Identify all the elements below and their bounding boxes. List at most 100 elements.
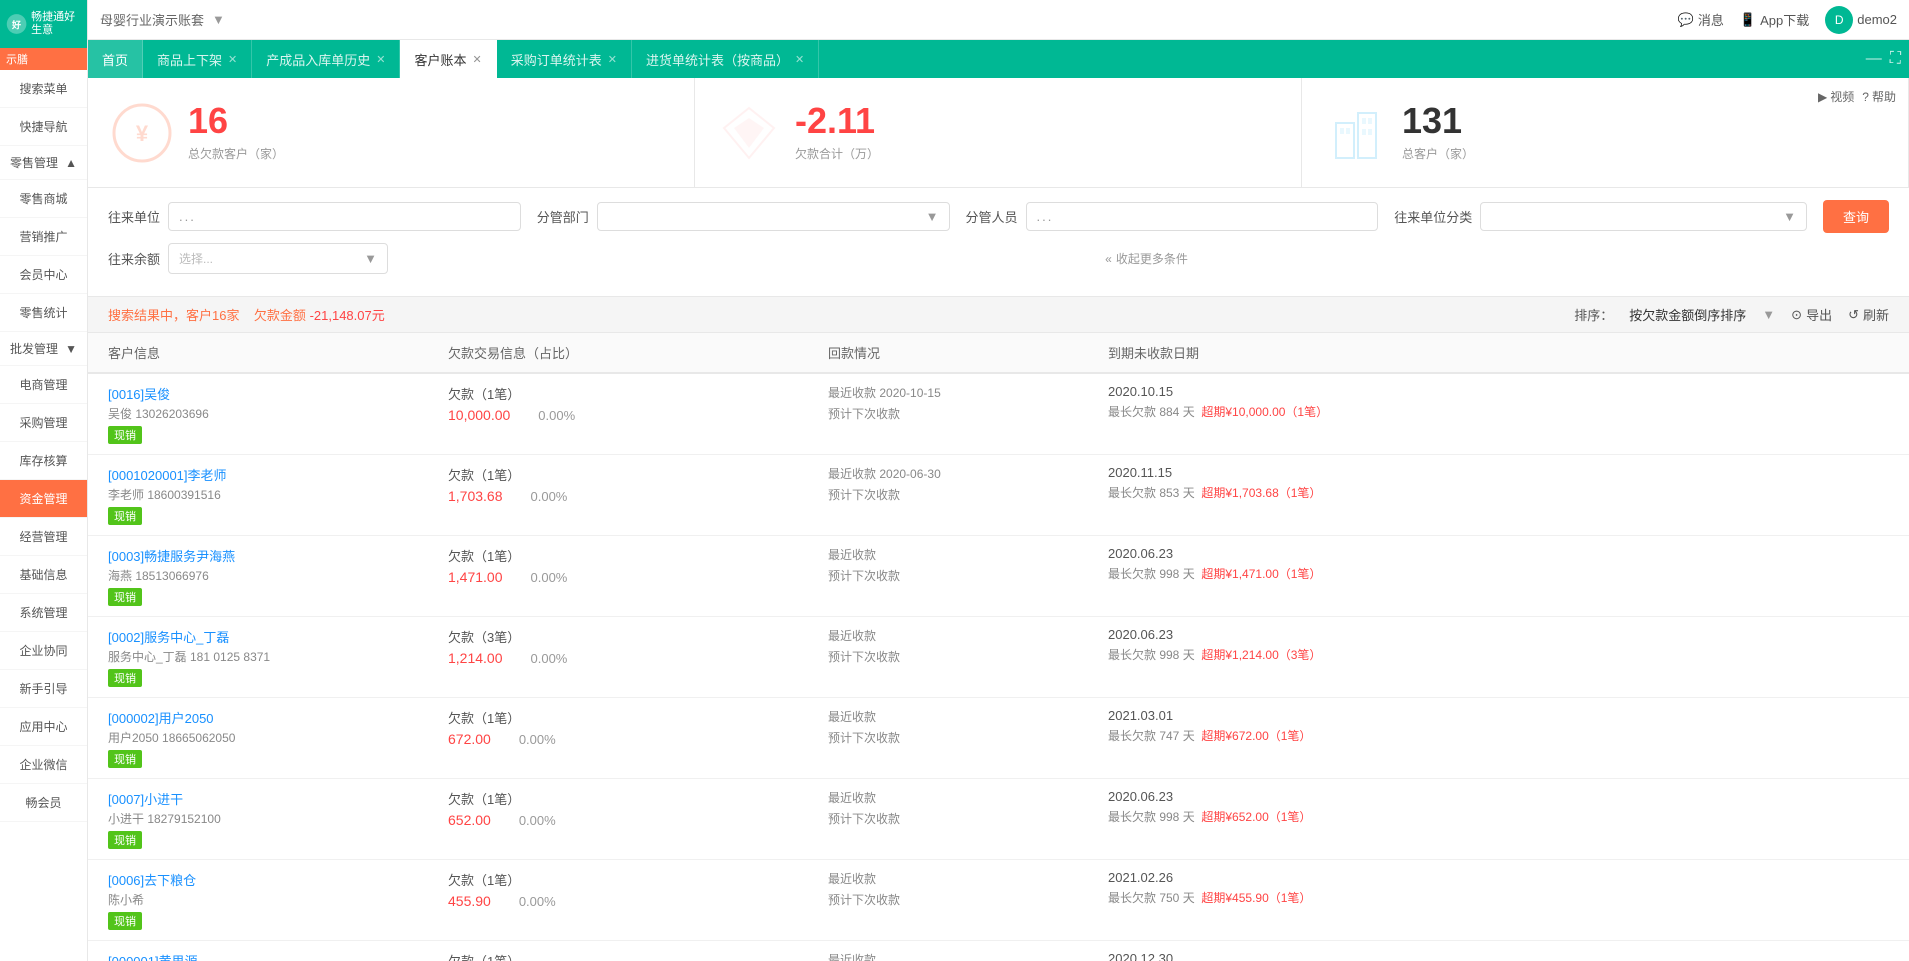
overdue-link-r7[interactable]: 超期¥455.90（1笔） <box>1201 891 1311 905</box>
debt-info-r7: 欠款（1笔） 455.90 0.00% <box>448 870 828 909</box>
tabbar-actions: — ⛶ <box>1858 50 1909 68</box>
tab-close-customer[interactable]: ✕ <box>473 53 482 66</box>
tab-close-production[interactable]: ✕ <box>376 53 385 66</box>
customer-info-r8: [000001]黄思源 黄思源 13552700226 现销 <box>108 951 448 961</box>
sidebar-item-basic-info[interactable]: 基础信息 <box>0 556 87 594</box>
tab-purchase[interactable]: 采购订单统计表 ✕ <box>497 40 632 78</box>
overdue-link-r3[interactable]: 超期¥1,471.00（1笔） <box>1201 567 1321 581</box>
expand-icon: ▼ <box>212 12 225 27</box>
table-row: [0016]吴俊 吴俊 13026203696 现销 欠款（1笔） 10,000… <box>88 374 1909 455</box>
overdue-link-r4[interactable]: 超期¥1,214.00（3笔） <box>1201 648 1321 662</box>
source-unit-input[interactable]: ... <box>168 202 521 231</box>
refresh-btn[interactable]: ↺ 刷新 <box>1848 305 1889 324</box>
user-avatar[interactable]: D demo2 <box>1825 6 1897 34</box>
overdue-link-r2[interactable]: 超期¥1,703.68（1笔） <box>1201 486 1321 500</box>
sidebar-item-enterprise-collab[interactable]: 企业协同 <box>0 632 87 670</box>
chevron-down-icon: ▼ <box>926 209 939 224</box>
app-download-btn[interactable]: 📱 App下载 <box>1740 10 1809 29</box>
customer-name-r6[interactable]: [0007]小进干 <box>108 792 183 807</box>
payback-info-r8: 最近收款 预计下次收款 <box>828 951 1108 961</box>
sort-selector[interactable]: 按欠款金额倒序排序 <box>1629 305 1746 324</box>
sidebar-item-inventory-check[interactable]: 库存核算 <box>0 442 87 480</box>
manager-input[interactable]: ... <box>1026 202 1379 231</box>
customer-name-r7[interactable]: [0006]去下粮仓 <box>108 873 196 888</box>
sidebar-item-member[interactable]: 畅会员 <box>0 784 87 822</box>
overdue-link-r6[interactable]: 超期¥652.00（1笔） <box>1201 810 1311 824</box>
minimize-btn[interactable]: — <box>1866 50 1882 68</box>
video-btn[interactable]: ▶ 视频 <box>1818 88 1854 105</box>
sidebar-item-enterprise-wechat[interactable]: 企业微信 <box>0 746 87 784</box>
tab-close-inbound[interactable]: ✕ <box>795 53 804 66</box>
debt-info-r2: 欠款（1笔） 1,703.68 0.00% <box>448 465 828 504</box>
collapse-button[interactable]: « 收起更多条件 <box>1101 246 1192 271</box>
sort-chevron-icon: ▼ <box>1762 307 1775 322</box>
maximize-btn[interactable]: ⛶ <box>1890 50 1901 68</box>
topbar: 母婴行业演示账套 ▼ 💬 消息 📱 App下载 D demo2 <box>88 0 1909 40</box>
sidebar-item-ecom-mgmt[interactable]: 电商管理 <box>0 366 87 404</box>
sidebar-item-new-guide[interactable]: 新手引导 <box>0 670 87 708</box>
tab-production[interactable]: 产成品入库单历史 ✕ <box>252 40 400 78</box>
customer-name-r3[interactable]: [0003]畅捷服务尹海燕 <box>108 549 235 564</box>
th-payback: 回款情况 <box>828 343 1108 362</box>
tab-close-purchase[interactable]: ✕ <box>608 53 617 66</box>
customer-name-r2[interactable]: [0001020001]李老师 <box>108 468 227 483</box>
tab-home[interactable]: 首页 <box>88 40 143 78</box>
sidebar-item-ops-mgmt[interactable]: 经营管理 <box>0 518 87 556</box>
sidebar-item-retail-mgmt[interactable]: 零售管理 ▲ <box>0 146 87 180</box>
sidebar-item-sys-mgmt[interactable]: 系统管理 <box>0 594 87 632</box>
sidebar-nav: 搜索菜单 快捷导航 零售管理 ▲ 零售商城 营销推广 会员中心 零售统计 批 <box>0 70 87 961</box>
sidebar-item-app-center[interactable]: 应用中心 <box>0 708 87 746</box>
sidebar-item-member-center[interactable]: 会员中心 <box>0 256 87 294</box>
tab-products[interactable]: 商品上下架 ✕ <box>143 40 252 78</box>
sidebar-item-marketing[interactable]: 营销推广 <box>0 218 87 256</box>
payback-info-r4: 最近收款 预计下次收款 <box>828 627 1108 665</box>
customer-name-r4[interactable]: [0002]服务中心_丁磊 <box>108 630 229 645</box>
svg-text:好: 好 <box>11 19 21 30</box>
sidebar-item-finance-mgmt[interactable]: 资金管理 <box>0 480 87 518</box>
sidebar-item-purchase-mgmt[interactable]: 采购管理 <box>0 404 87 442</box>
debt-info-r8: 欠款（1笔） 429.00 0.00% <box>448 951 828 961</box>
table-row: [000001]黄思源 黄思源 13552700226 现销 欠款（1笔） 42… <box>88 941 1909 961</box>
due-info-r2: 2020.11.15 最长欠款 853 天 超期¥1,703.68（1笔） <box>1108 465 1889 501</box>
balance-input[interactable]: 选择... ▼ <box>168 243 388 274</box>
result-bar: 搜索结果中，客户16家 欠款金额 -21,148.07元 排序： 按欠款金额倒序… <box>88 297 1909 333</box>
sidebar-item-batch-mgmt[interactable]: 批发管理 ▼ <box>0 332 87 366</box>
payback-info-r3: 最近收款 预计下次收款 <box>828 546 1108 584</box>
payback-info-r5: 最近收款 预计下次收款 <box>828 708 1108 746</box>
help-btn[interactable]: ? 帮助 <box>1862 88 1896 105</box>
total-customers-label: 总客户（家） <box>1402 145 1474 162</box>
due-info-r4: 2020.06.23 最长欠款 998 天 超期¥1,214.00（3笔） <box>1108 627 1889 663</box>
sidebar-item-quick-nav[interactable]: 快捷导航 <box>0 108 87 146</box>
debt-info-r1: 欠款（1笔） 10,000.00 0.00% <box>448 384 828 423</box>
export-btn[interactable]: ⊙ 导出 <box>1791 305 1832 324</box>
customer-name-r1[interactable]: [0016]吴俊 <box>108 387 170 402</box>
unit-category-input[interactable]: ▼ <box>1480 202 1807 231</box>
sidebar-item-retail-stats[interactable]: 零售统计 <box>0 294 87 332</box>
customer-info-r4: [0002]服务中心_丁磊 服务中心_丁磊 181 0125 8371 现销 <box>108 627 448 687</box>
th-due: 到期未收款日期 <box>1108 343 1889 362</box>
search-button[interactable]: 查询 <box>1823 200 1889 233</box>
dept-input[interactable]: ▼ <box>597 202 950 231</box>
tab-inbound[interactable]: 进货单统计表（按商品） ✕ <box>632 40 819 78</box>
table-row: [0006]去下粮仓 陈小希 现销 欠款（1笔） 455.90 0.00% 最近… <box>88 860 1909 941</box>
sidebar-item-search-menu[interactable]: 搜索菜单 <box>0 70 87 108</box>
refresh-icon: ↺ <box>1848 307 1859 323</box>
stats-row: ¥ 16 总欠款客户（家） -2.11 欠款合计（万） <box>88 78 1909 188</box>
tab-customer[interactable]: 客户账本 ✕ <box>400 40 496 78</box>
collapse-icon: « <box>1105 252 1112 266</box>
sidebar-item-retail-mall[interactable]: 零售商城 <box>0 180 87 218</box>
overdue-link-r1[interactable]: 超期¥10,000.00（1笔） <box>1201 405 1328 419</box>
customer-name-r5[interactable]: [000002]用户2050 <box>108 711 214 726</box>
debt-amount-label: 欠款合计（万） <box>795 145 879 162</box>
brand-label: 示膳 <box>0 48 87 70</box>
collapse-area: « 收起更多条件 <box>404 246 1889 271</box>
building-icon <box>1326 103 1386 163</box>
message-btn[interactable]: 💬 消息 <box>1678 10 1724 29</box>
debt-customers-number: 16 <box>188 103 284 139</box>
logo-text: 畅捷通好生意 <box>31 11 81 37</box>
tab-close-products[interactable]: ✕ <box>228 53 237 66</box>
chevron-down-icon-2: ▼ <box>1783 209 1796 224</box>
due-info-r7: 2021.02.26 最长欠款 750 天 超期¥455.90（1笔） <box>1108 870 1889 906</box>
customer-name-r8[interactable]: [000001]黄思源 <box>108 954 198 961</box>
overdue-link-r5[interactable]: 超期¥672.00（1笔） <box>1201 729 1311 743</box>
